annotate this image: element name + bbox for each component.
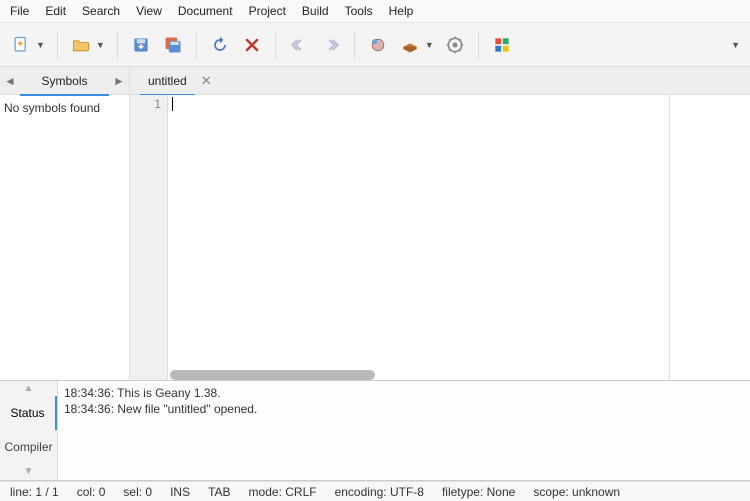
build-dropdown-icon[interactable]: ▼ [425, 40, 434, 50]
sidebar-tabs: ◄ Symbols ► [0, 67, 129, 95]
open-file-dropdown-icon[interactable]: ▼ [96, 40, 105, 50]
text-caret [172, 97, 173, 111]
editor-column: untitled ✕ 1 [130, 67, 750, 380]
sidebar: ◄ Symbols ► No symbols found [0, 67, 130, 380]
status-mode: mode: CRLF [249, 485, 317, 499]
status-encoding: encoding: UTF-8 [335, 485, 424, 499]
message-body: 18:34:36: This is Geany 1.38. 18:34:36: … [58, 381, 750, 480]
toolbar-separator [275, 31, 276, 59]
message-tabs-up-icon[interactable]: ▲ [24, 381, 34, 396]
horizontal-scrollbar[interactable] [170, 370, 375, 380]
toolbar-overflow-icon[interactable]: ▼ [731, 40, 740, 50]
message-tabs: ▲ Status Compiler ▼ [0, 381, 58, 480]
sidebar-scroll-left-icon[interactable]: ◄ [0, 74, 20, 88]
compile-button[interactable] [363, 30, 393, 60]
editor: 1 [130, 95, 750, 380]
nav-back-button[interactable] [284, 30, 314, 60]
menu-file[interactable]: File [10, 4, 29, 18]
document-tab-untitled[interactable]: untitled [140, 68, 195, 96]
status-scope: scope: unknown [533, 485, 620, 499]
message-tab-status[interactable]: Status [0, 396, 57, 430]
toolbar-separator [196, 31, 197, 59]
statusbar: line: 1 / 1 col: 0 sel: 0 INS TAB mode: … [0, 481, 750, 501]
execute-button[interactable] [440, 30, 470, 60]
new-file-button[interactable] [6, 30, 36, 60]
message-tab-compiler[interactable]: Compiler [0, 430, 57, 464]
reload-button[interactable] [205, 30, 235, 60]
line-number-gutter: 1 [130, 95, 168, 380]
menu-tools[interactable]: Tools [345, 4, 373, 18]
line-number: 1 [130, 97, 161, 111]
new-file-dropdown-icon[interactable]: ▼ [36, 40, 45, 50]
status-sel: sel: 0 [123, 485, 152, 499]
open-file-button[interactable] [66, 30, 96, 60]
status-tab: TAB [208, 485, 230, 499]
menu-edit[interactable]: Edit [45, 4, 66, 18]
build-button[interactable] [395, 30, 425, 60]
message-panel: ▲ Status Compiler ▼ 18:34:36: This is Ge… [0, 381, 750, 481]
sidebar-tab-symbols[interactable]: Symbols [20, 68, 109, 96]
message-tabs-down-icon[interactable]: ▼ [24, 464, 34, 479]
save-button[interactable] [126, 30, 156, 60]
toolbar-separator [117, 31, 118, 59]
menu-build[interactable]: Build [302, 4, 329, 18]
menu-help[interactable]: Help [389, 4, 414, 18]
long-line-marker [669, 95, 670, 380]
menu-document[interactable]: Document [178, 4, 233, 18]
main-area: ◄ Symbols ► No symbols found untitled ✕ … [0, 67, 750, 381]
save-all-button[interactable] [158, 30, 188, 60]
status-message-line: 18:34:36: This is Geany 1.38. [64, 385, 744, 401]
document-tab-close-icon[interactable]: ✕ [201, 73, 212, 89]
status-filetype: filetype: None [442, 485, 515, 499]
color-chooser-button[interactable] [487, 30, 517, 60]
menu-project[interactable]: Project [249, 4, 286, 18]
toolbar-separator [57, 31, 58, 59]
document-tabs: untitled ✕ [130, 67, 750, 95]
toolbar-separator [354, 31, 355, 59]
nav-forward-button[interactable] [316, 30, 346, 60]
sidebar-scroll-right-icon[interactable]: ► [109, 74, 129, 88]
close-button[interactable] [237, 30, 267, 60]
menu-search[interactable]: Search [82, 4, 120, 18]
menubar: File Edit Search View Document Project B… [0, 0, 750, 23]
status-message-line: 18:34:36: New file "untitled" opened. [64, 401, 744, 417]
status-col: col: 0 [77, 485, 106, 499]
toolbar: ▼ ▼ ▼ ▼ [0, 23, 750, 67]
status-ins: INS [170, 485, 190, 499]
sidebar-empty-label: No symbols found [0, 95, 129, 121]
toolbar-separator [478, 31, 479, 59]
menu-view[interactable]: View [136, 4, 162, 18]
text-area[interactable] [168, 95, 750, 380]
status-line: line: 1 / 1 [10, 485, 59, 499]
